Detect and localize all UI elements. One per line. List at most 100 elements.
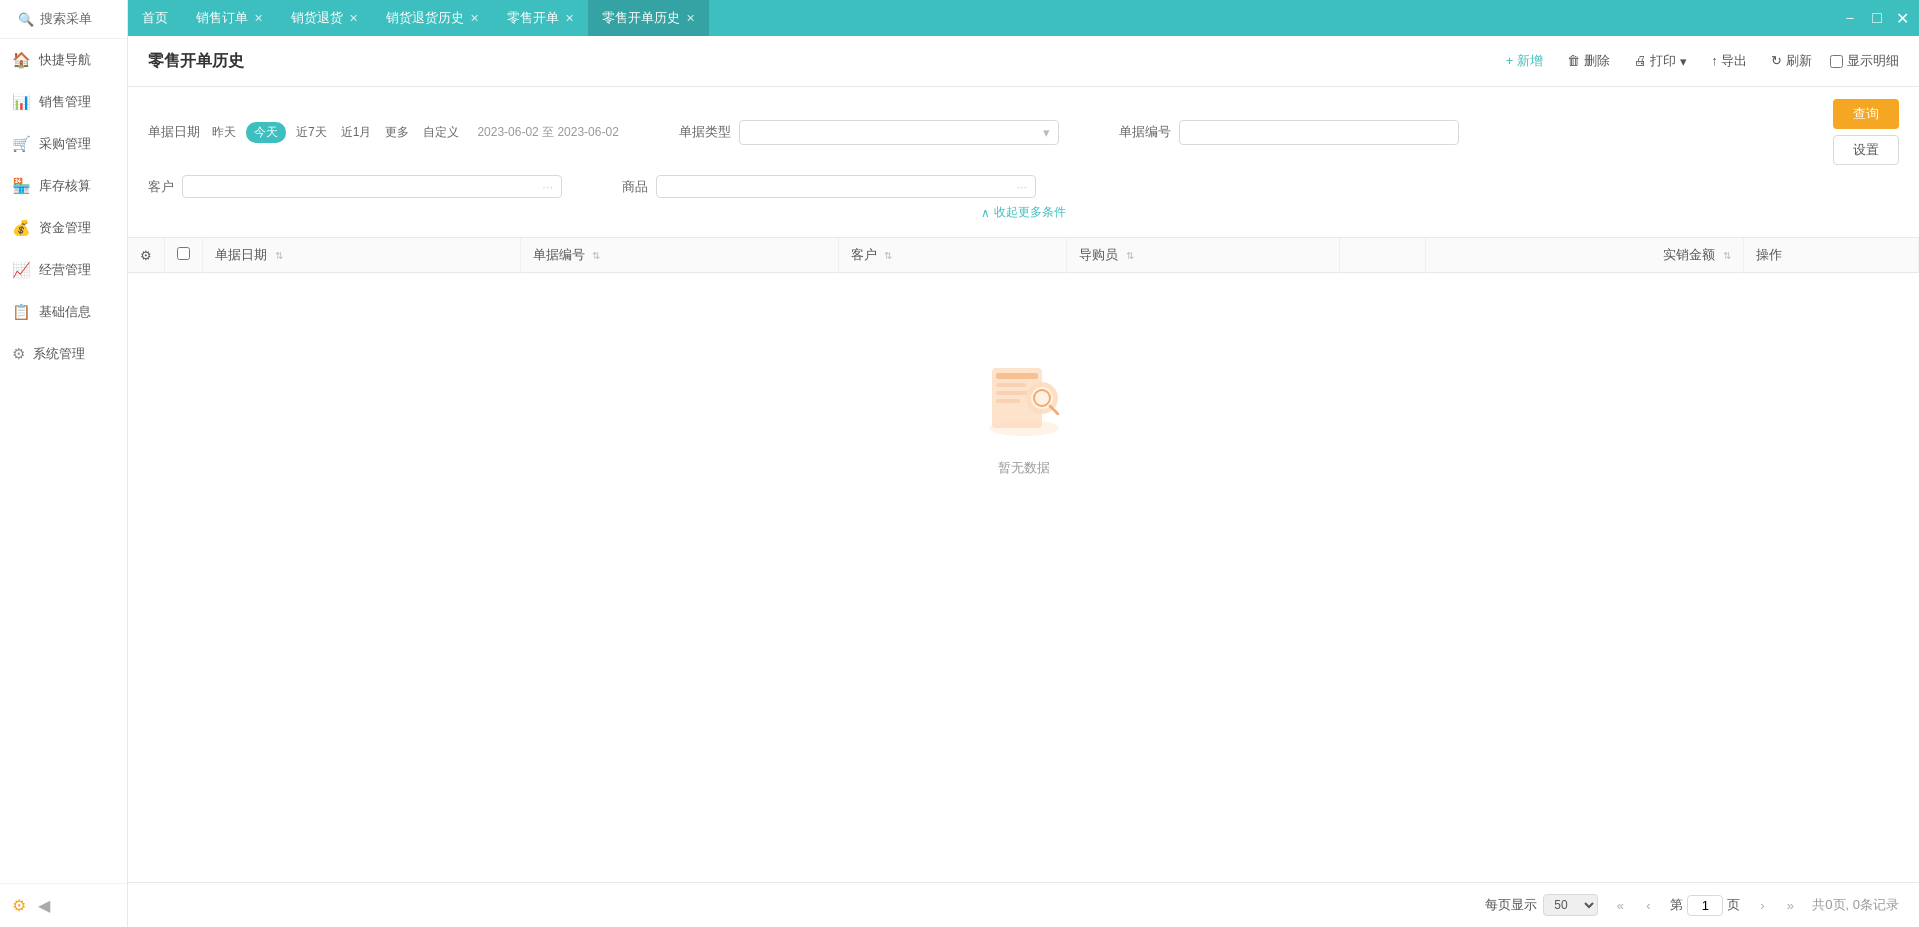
last-page-btn[interactable]: » — [1778, 893, 1802, 917]
customer-filter: 客户 ··· — [148, 175, 562, 198]
sidebar-item-finance[interactable]: 💰 资金管理 — [0, 207, 127, 249]
search-icon: 🔍 — [18, 12, 34, 27]
gear2-icon: ⚙ — [12, 345, 25, 363]
customer-dots-icon[interactable]: ··· — [542, 179, 553, 194]
svg-rect-5 — [996, 399, 1020, 403]
sidebar-item-basic-info[interactable]: 📋 基础信息 — [0, 291, 127, 333]
sidebar-collapse-icon[interactable]: ◀ — [38, 896, 50, 915]
sidebar-footer: ⚙ ◀ — [0, 883, 127, 927]
date-btn-1month[interactable]: 近1月 — [337, 122, 376, 143]
tab-home-label: 首页 — [142, 9, 168, 27]
sidebar-item-sales-mgmt[interactable]: 📊 销售管理 — [0, 81, 127, 123]
delete-button[interactable]: 🗑 删除 — [1561, 48, 1616, 74]
toolbar: + 新增 🗑 删除 🖨 打印 ▾ ↑ 导出 ↻ 刷新 显示明细 — [1500, 48, 1899, 74]
print-button[interactable]: 🖨 打印 ▾ — [1628, 48, 1694, 74]
doc-type-select[interactable]: ▾ — [739, 120, 1059, 145]
customer-input[interactable]: ··· — [182, 175, 562, 198]
collapse-bar[interactable]: ∧ 收起更多条件 — [148, 200, 1899, 225]
sidebar-search-label: 搜索采单 — [40, 10, 92, 28]
tab-home[interactable]: 首页 — [128, 0, 182, 36]
settings-cols-icon[interactable]: ⚙ — [140, 248, 152, 263]
th-guide[interactable]: 导购员 ⇅ — [1067, 238, 1340, 273]
date-btn-7days[interactable]: 近7天 — [292, 122, 331, 143]
first-page-btn[interactable]: « — [1608, 893, 1632, 917]
tab-retail-open-close[interactable]: ✕ — [565, 12, 574, 25]
tab-sales-return[interactable]: 销货退货 ✕ — [277, 0, 372, 36]
maximize-btn[interactable]: □ — [1872, 9, 1882, 27]
store-icon: 🏪 — [12, 177, 31, 195]
show-detail-toggle[interactable]: 显示明细 — [1830, 52, 1899, 70]
sidebar-item-quick-nav[interactable]: 🏠 快捷导航 — [0, 39, 127, 81]
minimize-btn[interactable]: － — [1842, 8, 1858, 29]
cart-icon: 🛒 — [12, 135, 31, 153]
print-label: 🖨 打印 — [1634, 52, 1677, 70]
sidebar-item-operations[interactable]: 📈 经营管理 — [0, 249, 127, 291]
sort-date-icon: ⇅ — [275, 250, 283, 261]
per-page-select[interactable]: 50 10 20 100 — [1543, 894, 1598, 916]
export-button[interactable]: ↑ 导出 — [1705, 48, 1753, 74]
tab-retail-open[interactable]: 零售开单 ✕ — [493, 0, 588, 36]
date-btn-today[interactable]: 今天 — [246, 122, 286, 143]
tab-sales-return-history-label: 销货退货历史 — [386, 9, 464, 27]
show-detail-label: 显示明细 — [1847, 52, 1899, 70]
show-detail-checkbox[interactable] — [1830, 55, 1843, 68]
sidebar-item-purchase-mgmt[interactable]: 🛒 采购管理 — [0, 123, 127, 165]
goods-input[interactable]: ··· — [656, 175, 1036, 198]
collapse-arrow-icon: ∧ — [981, 206, 990, 220]
nav-buttons-next: › » — [1750, 893, 1802, 917]
settings-icon[interactable]: ⚙ — [12, 896, 26, 915]
sidebar-item-label: 系统管理 — [33, 345, 85, 363]
settings-button[interactable]: 设置 — [1833, 135, 1899, 165]
prev-page-btn[interactable]: ‹ — [1636, 893, 1660, 917]
tab-sales-order[interactable]: 销售订单 ✕ — [182, 0, 277, 36]
tab-retail-open-history[interactable]: 零售开单历史 ✕ — [588, 0, 709, 36]
tab-retail-open-label: 零售开单 — [507, 9, 559, 27]
query-button[interactable]: 查询 — [1833, 99, 1899, 129]
select-all-checkbox[interactable] — [177, 247, 190, 260]
next-page-btn[interactable]: › — [1750, 893, 1774, 917]
doc-num-input[interactable] — [1179, 120, 1459, 145]
svg-rect-3 — [996, 383, 1026, 387]
th-date[interactable]: 单据日期 ⇅ — [203, 238, 521, 273]
sidebar-item-label: 库存核算 — [39, 177, 91, 195]
sidebar-item-sys-mgmt[interactable]: ⚙ 系统管理 — [0, 333, 127, 375]
goods-label: 商品 — [622, 178, 648, 196]
tab-sales-return-history[interactable]: 销货退货历史 ✕ — [372, 0, 493, 36]
tab-sales-return-label: 销货退货 — [291, 9, 343, 27]
date-label: 单据日期 — [148, 123, 200, 141]
th-settings[interactable]: ⚙ — [128, 238, 165, 273]
pagination: 每页显示 50 10 20 100 « ‹ 第 页 › » 共0页, 0条记录 — [128, 882, 1919, 927]
sort-amount-icon: ⇅ — [1723, 250, 1731, 261]
date-btn-more[interactable]: 更多 — [381, 122, 413, 143]
date-btn-yesterday[interactable]: 昨天 — [208, 122, 240, 143]
th-amount[interactable]: 实销金额 ⇅ — [1426, 238, 1744, 273]
th-number[interactable]: 单据编号 ⇅ — [520, 238, 838, 273]
sidebar-search[interactable]: 🔍 搜索采单 — [0, 0, 127, 39]
page-label: 页 — [1727, 896, 1740, 914]
refresh-button[interactable]: ↻ 刷新 — [1765, 48, 1818, 74]
goods-dots-icon[interactable]: ··· — [1016, 179, 1027, 194]
sidebar-item-label: 采购管理 — [39, 135, 91, 153]
empty-state: 暂无数据 — [128, 273, 1919, 557]
doc-num-filter: 单据编号 — [1119, 120, 1459, 145]
th-date-label: 单据日期 — [215, 247, 267, 262]
sidebar-item-inventory[interactable]: 🏪 库存核算 — [0, 165, 127, 207]
date-btn-custom[interactable]: 自定义 — [419, 122, 463, 143]
window-controls: － □ ✕ — [1828, 8, 1919, 29]
tab-sales-return-close[interactable]: ✕ — [349, 12, 358, 25]
sidebar-item-label: 快捷导航 — [39, 51, 91, 69]
nav-buttons: « ‹ — [1608, 893, 1660, 917]
add-button[interactable]: + 新增 — [1500, 48, 1549, 74]
filter-row-1: 单据日期 昨天 今天 近7天 近1月 更多 自定义 2023-06-02 至 2… — [148, 99, 1899, 165]
close-btn[interactable]: ✕ — [1896, 9, 1909, 28]
page-input[interactable] — [1687, 895, 1723, 916]
th-spacer — [1340, 238, 1426, 273]
top-tabs: 首页 销售订单 ✕ 销货退货 ✕ 销货退货历史 ✕ 零售开单 ✕ 零售开单历史 … — [128, 0, 1919, 36]
th-checkbox[interactable] — [165, 238, 203, 273]
tab-sales-return-history-close[interactable]: ✕ — [470, 12, 479, 25]
tab-sales-order-close[interactable]: ✕ — [254, 12, 263, 25]
goods-filter: 商品 ··· — [622, 175, 1036, 198]
tab-retail-open-history-close[interactable]: ✕ — [686, 12, 695, 25]
filter-area: 单据日期 昨天 今天 近7天 近1月 更多 自定义 2023-06-02 至 2… — [128, 87, 1919, 238]
th-customer[interactable]: 客户 ⇅ — [838, 238, 1067, 273]
